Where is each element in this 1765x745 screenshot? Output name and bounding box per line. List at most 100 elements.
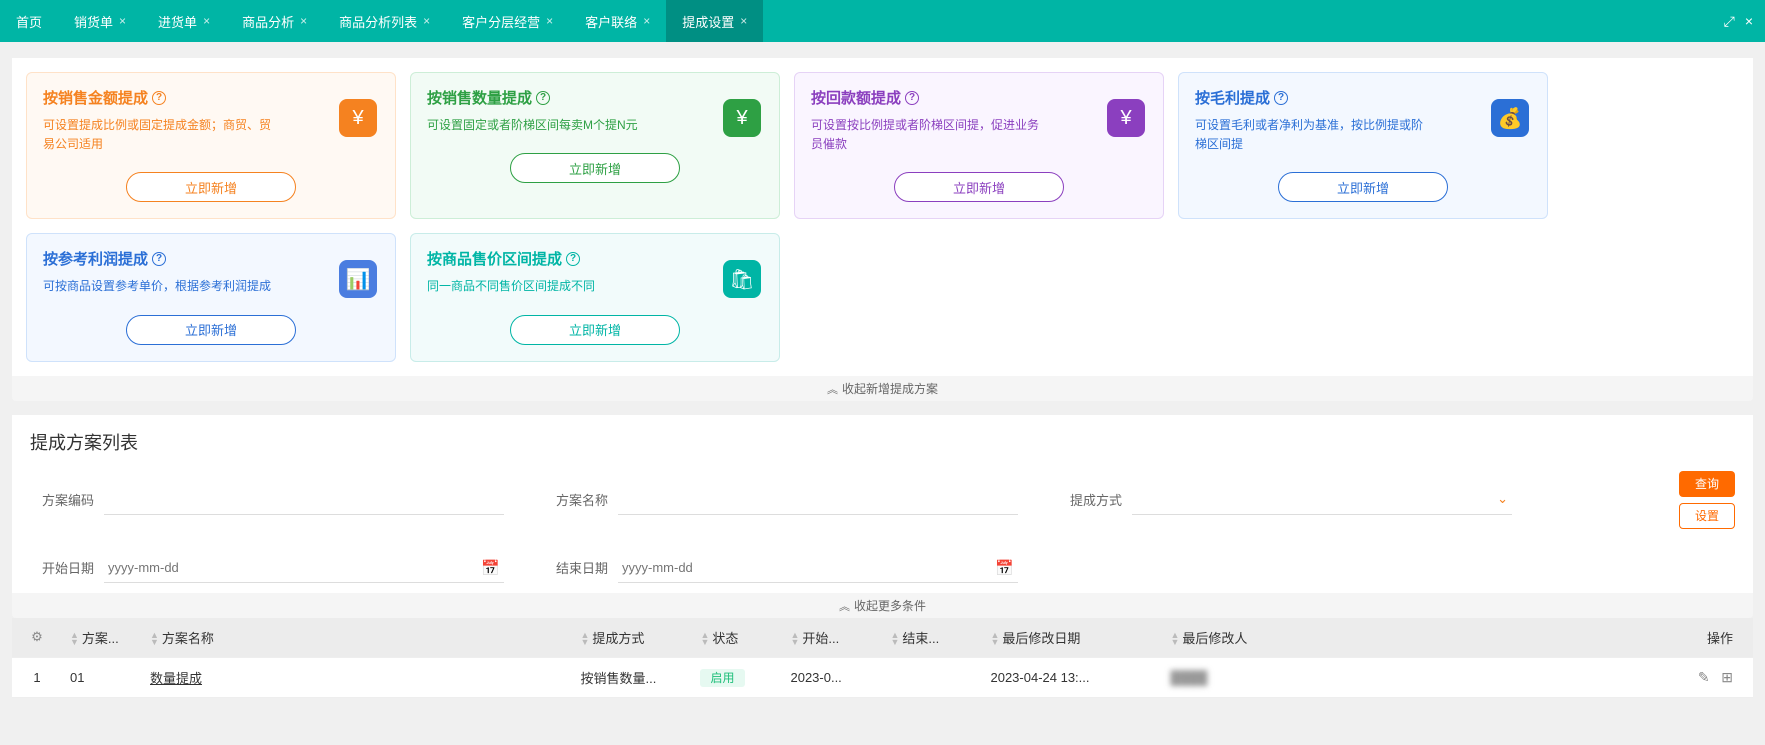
status-badge: 启用 — [700, 669, 744, 687]
card-price-range: 按商品售价区间提成? 同一商品不同售价区间提成不同 🛍 立即新增 — [410, 233, 780, 361]
filter-end-date: 结束日期 📅 — [544, 553, 1018, 583]
plan-table: ⚙ ▲▼方案... ▲▼方案名称 ▲▼提成方式 ▲▼状态 ▲▼开始... ▲▼结… — [12, 618, 1753, 698]
tab-product-analysis-list[interactable]: 商品分析列表× — [323, 0, 446, 42]
tab-bar: 首页 销货单× 进货单× 商品分析× 商品分析列表× 客户分层经营× 客户联络×… — [0, 0, 1765, 42]
col-name[interactable]: ▲▼方案名称 — [142, 618, 572, 658]
card-title: 按商品售价区间提成 — [427, 248, 562, 269]
col-code[interactable]: ▲▼方案... — [62, 618, 142, 658]
filter-code: 方案编码 — [30, 485, 504, 515]
settings-button[interactable]: 设置 — [1679, 503, 1735, 529]
chevron-up-icon: ︽ — [839, 601, 850, 613]
close-icon[interactable]: × — [740, 14, 747, 28]
section-title: 提成方案列表 — [30, 429, 1735, 455]
close-all-icon[interactable]: × — [1745, 13, 1753, 29]
card-title: 按毛利提成 — [1195, 87, 1270, 108]
tab-product-analysis[interactable]: 商品分析× — [226, 0, 323, 42]
add-button[interactable]: 立即新增 — [126, 315, 296, 345]
search-button[interactable]: 查询 — [1679, 471, 1735, 497]
filter-name: 方案名称 — [544, 485, 1018, 515]
fullscreen-icon[interactable]: ⤢ — [1724, 13, 1735, 30]
add-button[interactable]: 立即新增 — [510, 315, 680, 345]
table-row[interactable]: 1 01 数量提成 按销售数量... 启用 2023-0... 2023-04-… — [12, 657, 1753, 697]
collapse-cards-bar[interactable]: ︽收起新增提成方案 — [12, 376, 1753, 401]
card-desc: 可设置固定或者阶梯区间每卖M个提N元 — [427, 116, 657, 135]
calendar-icon[interactable]: 📅 — [481, 559, 500, 577]
cell-mod-date: 2023-04-24 13:... — [982, 657, 1162, 697]
tab-bar-actions: ⤢ × — [1712, 0, 1765, 42]
filter-start-date: 开始日期 📅 — [30, 553, 504, 583]
filter-buttons: 查询 设置 — [1679, 471, 1735, 529]
filter-label: 方案名称 — [544, 490, 608, 509]
shopping-icon: 🛍 — [723, 260, 761, 298]
card-sales-qty: 按销售数量提成? 可设置固定或者阶梯区间每卖M个提N元 ¥ 立即新增 — [410, 72, 780, 219]
filter-label: 结束日期 — [544, 558, 608, 577]
help-icon[interactable]: ? — [1274, 91, 1288, 105]
end-date-input[interactable] — [618, 553, 1018, 583]
edit-icon[interactable]: ✎ — [1698, 669, 1710, 685]
tab-commission-settings[interactable]: 提成设置× — [666, 0, 763, 42]
tab-customer-tier[interactable]: 客户分层经营× — [446, 0, 569, 42]
add-button[interactable]: 立即新增 — [510, 153, 680, 183]
calendar-icon[interactable]: 📅 — [995, 559, 1014, 577]
close-icon[interactable]: × — [119, 14, 126, 28]
card-title: 按回款额提成 — [811, 87, 901, 108]
close-icon[interactable]: × — [203, 14, 210, 28]
cell-code: 01 — [62, 657, 142, 697]
card-desc: 可设置提成比例或固定提成金额；商贸、贸易公司适用 — [43, 116, 273, 154]
add-button[interactable]: 立即新增 — [1278, 172, 1448, 202]
filters: 方案编码 方案名称 提成方式 ⌄ 查询 设置 开始日期 📅 结束日期 — [30, 471, 1735, 583]
more-icon[interactable]: ⊞ — [1721, 669, 1733, 685]
tab-customer-contact[interactable]: 客户联络× — [569, 0, 666, 42]
close-icon[interactable]: × — [423, 14, 430, 28]
collapse-filters-bar[interactable]: ︽收起更多条件 — [12, 593, 1753, 618]
cell-end — [882, 657, 982, 697]
col-ops: 操作 — [1663, 618, 1753, 658]
card-desc: 同一商品不同售价区间提成不同 — [427, 277, 657, 296]
close-icon[interactable]: × — [643, 14, 650, 28]
name-input[interactable] — [618, 485, 1018, 515]
calendar-money-icon: ¥ — [1107, 99, 1145, 137]
card-title: 按参考利润提成 — [43, 248, 148, 269]
chevron-up-icon: ︽ — [827, 384, 838, 396]
chevron-down-icon[interactable]: ⌄ — [1497, 491, 1508, 507]
cell-type: 按销售数量... — [572, 657, 692, 697]
add-button[interactable]: 立即新增 — [894, 172, 1064, 202]
tab-home[interactable]: 首页 — [0, 0, 58, 42]
close-icon[interactable]: × — [300, 14, 307, 28]
card-gross-profit: 按毛利提成? 可设置毛利或者净利为基准，按比例提或阶梯区间提 💰 立即新增 — [1178, 72, 1548, 219]
plan-list-section: 提成方案列表 方案编码 方案名称 提成方式 ⌄ 查询 设置 开始日期 📅 — [12, 415, 1753, 593]
card-desc: 可设置毛利或者净利为基准，按比例提或阶梯区间提 — [1195, 116, 1425, 154]
col-mod-date[interactable]: ▲▼最后修改日期 — [982, 618, 1162, 658]
filter-label: 提成方式 — [1058, 490, 1122, 509]
col-start[interactable]: ▲▼开始... — [782, 618, 882, 658]
cell-start: 2023-0... — [782, 657, 882, 697]
card-ref-profit: 按参考利润提成? 可按商品设置参考单价，根据参考利润提成 📊 立即新增 — [26, 233, 396, 361]
add-button[interactable]: 立即新增 — [126, 172, 296, 202]
help-icon[interactable]: ? — [152, 91, 166, 105]
type-select[interactable] — [1132, 485, 1512, 515]
start-date-input[interactable] — [104, 553, 504, 583]
col-status[interactable]: ▲▼状态 — [692, 618, 782, 658]
help-icon[interactable]: ? — [566, 252, 580, 266]
tab-sales-order[interactable]: 销货单× — [58, 0, 142, 42]
col-mod-by[interactable]: ▲▼最后修改人 — [1162, 618, 1663, 658]
help-icon[interactable]: ? — [152, 252, 166, 266]
col-end[interactable]: ▲▼结束... — [882, 618, 982, 658]
filter-label: 开始日期 — [30, 558, 94, 577]
money-icon: ¥ — [339, 99, 377, 137]
col-type[interactable]: ▲▼提成方式 — [572, 618, 692, 658]
card-desc: 可按商品设置参考单价，根据参考利润提成 — [43, 277, 273, 296]
help-icon[interactable]: ? — [536, 91, 550, 105]
tab-purchase-order[interactable]: 进货单× — [142, 0, 226, 42]
cell-mod-by: ████ — [1170, 670, 1207, 685]
card-payment-amount: 按回款额提成? 可设置按比例提或者阶梯区间提，促进业务员催款 ¥ 立即新增 — [794, 72, 1164, 219]
card-desc: 可设置按比例提或者阶梯区间提，促进业务员催款 — [811, 116, 1041, 154]
card-title: 按销售数量提成 — [427, 87, 532, 108]
code-input[interactable] — [104, 485, 504, 515]
card-title: 按销售金额提成 — [43, 87, 148, 108]
gear-icon[interactable]: ⚙ — [31, 629, 43, 644]
close-icon[interactable]: × — [546, 14, 553, 28]
help-icon[interactable]: ? — [905, 91, 919, 105]
commission-type-cards: 按销售金额提成? 可设置提成比例或固定提成金额；商贸、贸易公司适用 ¥ 立即新增… — [12, 58, 1753, 376]
plan-name-link[interactable]: 数量提成 — [150, 671, 202, 686]
